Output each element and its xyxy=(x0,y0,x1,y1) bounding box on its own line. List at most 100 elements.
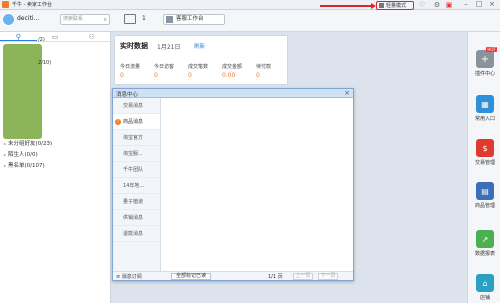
minimize-icon[interactable]: – xyxy=(462,1,470,9)
message-category-list: 交易消息 ! 商品消息 淘宝官方 淘宝服... 千牛团队 14年地... 量子植道… xyxy=(113,98,161,273)
dock-label: 交易管理 xyxy=(474,160,495,166)
dock-shop[interactable]: ⌂ 店铺 xyxy=(471,274,499,301)
stat-visitors[interactable]: 今日访客 0 xyxy=(154,63,184,79)
dock-common-entry[interactable]: ▦ 常用入口 xyxy=(471,95,499,122)
group-ungrouped[interactable]: ▸ 未分组好友(0/23) xyxy=(4,139,52,147)
group-label: 未分组好友(0/23) xyxy=(8,141,53,147)
mode-icon xyxy=(379,3,384,8)
group-count-top: /2) xyxy=(38,37,45,43)
dialog-header[interactable]: 消息中心 × xyxy=(113,89,353,98)
category-taobao-service[interactable]: 淘宝服... xyxy=(113,146,160,162)
search-icon[interactable]: ⌕ xyxy=(104,15,107,24)
group-label: 陌生人(0/0) xyxy=(8,152,38,158)
settings-gear-icon[interactable]: ⚙ xyxy=(433,1,441,9)
message-center-dialog: 消息中心 × 交易消息 ! 商品消息 淘宝官方 淘宝服... 千牛团队 14年地.… xyxy=(112,88,354,281)
plus-icon: + HOT xyxy=(476,47,497,68)
notification-icon[interactable]: ▣ xyxy=(445,1,453,9)
stat-value: 0 xyxy=(120,72,124,79)
group-blacklist[interactable]: ▸ 黑名单(0/107) xyxy=(4,161,45,169)
stat-label: 成交笔数 xyxy=(188,64,209,70)
message-icon[interactable] xyxy=(124,14,136,24)
dock-trade-management[interactable]: $ 交易管理 xyxy=(471,139,499,166)
light-mode-button[interactable]: 轻量模式 xyxy=(376,1,414,10)
stat-label: 今日访客 xyxy=(154,64,175,70)
group-label: 黑名单(0/107) xyxy=(8,163,45,169)
dialog-close-icon[interactable]: × xyxy=(344,89,350,97)
category-taobao-official[interactable]: 淘宝官方 xyxy=(113,130,160,146)
refresh-link[interactable]: 刷新 xyxy=(194,42,205,50)
message-subscribe-link[interactable]: ≡ 消息订阅 xyxy=(116,273,142,280)
trade-icon: $ xyxy=(476,139,494,157)
expand-arrow-icon: ▸ xyxy=(4,163,7,168)
realtime-data-card: 实时数据 1月21日 刷新 今日流量 0 今日访客 0 成交笔数 0 成交金额 0.00… xyxy=(114,35,288,85)
dock-label: 店铺 xyxy=(479,295,490,301)
stat-value: 0 xyxy=(154,72,158,79)
category-label: 淘宝官方 xyxy=(123,135,144,141)
dock-label: 数据报表 xyxy=(474,251,495,257)
dialog-footer: ≡ 消息订阅 全部标记已读 1/1 页 上一页 下一页 xyxy=(113,271,353,280)
cs-workbench-button[interactable]: 客服工作台 xyxy=(163,14,225,25)
stat-unpaid[interactable]: 待付款 0 xyxy=(256,63,286,79)
stat-label: 待付款 xyxy=(256,64,272,70)
category-label: 14年地... xyxy=(123,183,145,189)
stat-traffic[interactable]: 今日流量 0 xyxy=(120,63,150,79)
realtime-title: 实时数据 xyxy=(120,42,148,50)
grid-icon: ▦ xyxy=(476,95,494,113)
stat-value: 0 xyxy=(188,72,192,79)
category-label: 退款消息 xyxy=(123,231,144,237)
goods-icon: ▤ xyxy=(476,182,494,200)
red-arrow-annotation xyxy=(320,3,376,8)
chart-icon: ↗ xyxy=(476,230,494,248)
category-14-year[interactable]: 14年地... xyxy=(113,178,160,194)
stat-label: 成交金额 xyxy=(222,64,243,70)
expand-arrow-icon: ▸ xyxy=(4,141,7,146)
qianniu-logo-icon xyxy=(2,1,9,8)
dock-label: 常用入口 xyxy=(474,116,495,122)
category-label: 交易消息 xyxy=(123,103,144,109)
dock-label: 插件中心 xyxy=(474,71,495,77)
stat-value: 0.00 xyxy=(222,72,236,79)
tab-contacts-person-icon[interactable]: ⚲ xyxy=(0,32,37,41)
dock-plugin-center[interactable]: + HOT 插件中心 xyxy=(471,47,499,77)
redacted-block xyxy=(3,44,42,139)
dialog-title: 消息中心 xyxy=(116,92,139,98)
category-qianniu-team[interactable]: 千牛团队 xyxy=(113,162,160,178)
stat-label: 今日流量 xyxy=(120,64,141,70)
close-icon[interactable]: × xyxy=(488,1,496,9)
next-page-button[interactable]: 下一页 xyxy=(318,273,338,280)
dock-label: 商品管理 xyxy=(474,203,495,209)
group-count-second: 2/10) xyxy=(38,60,52,66)
category-quantum[interactable]: 量子植道 xyxy=(113,194,160,210)
user-nickname[interactable]: deciti... xyxy=(17,15,39,22)
hot-badge: HOT xyxy=(486,47,497,52)
dock-data-reports[interactable]: ↗ 数据报表 xyxy=(471,230,499,257)
alert-icon: ! xyxy=(115,119,121,125)
category-label: 供销消息 xyxy=(123,215,144,221)
contacts-tabs: ⚲ ▭ ⚇ xyxy=(0,32,110,42)
stat-orders[interactable]: 成交笔数 0 xyxy=(188,63,218,79)
category-label: 商品消息 xyxy=(123,119,144,125)
category-trade[interactable]: 交易消息 xyxy=(113,98,160,114)
search-input[interactable]: 搜索联系 ⌕ xyxy=(60,14,110,25)
shop-icon: ⌂ xyxy=(476,274,494,292)
prev-page-button[interactable]: 上一页 xyxy=(293,273,313,280)
skin-icon[interactable]: ♡ xyxy=(418,1,426,9)
mark-all-read-button[interactable]: 全部标记已读 xyxy=(171,273,211,280)
category-label: 淘宝服... xyxy=(123,151,143,157)
realtime-date: 1月21日 xyxy=(157,44,181,51)
maximize-icon[interactable]: □ xyxy=(475,1,483,9)
category-goods[interactable]: ! 商品消息 xyxy=(113,114,160,130)
light-mode-label: 轻量模式 xyxy=(386,3,407,9)
avatar[interactable] xyxy=(2,13,15,26)
category-refund[interactable]: 退款消息 xyxy=(113,226,160,242)
right-dock: + HOT 插件中心 ▦ 常用入口 $ 交易管理 ▤ 商品管理 ↗ 数据报表 ⌂ … xyxy=(467,32,500,303)
tab-groups-icon[interactable]: ⚇ xyxy=(73,32,110,41)
category-supply[interactable]: 供销消息 xyxy=(113,210,160,226)
group-strangers[interactable]: ▸ 陌生人(0/0) xyxy=(4,150,38,158)
message-count: 1 xyxy=(142,15,146,22)
stat-amount[interactable]: 成交金额 0.00 xyxy=(222,63,252,79)
expand-arrow-icon: ▸ xyxy=(4,152,7,157)
page-info: 1/1 页 xyxy=(268,274,283,280)
dock-goods-management[interactable]: ▤ 商品管理 xyxy=(471,182,499,209)
stat-value: 0 xyxy=(256,72,260,79)
